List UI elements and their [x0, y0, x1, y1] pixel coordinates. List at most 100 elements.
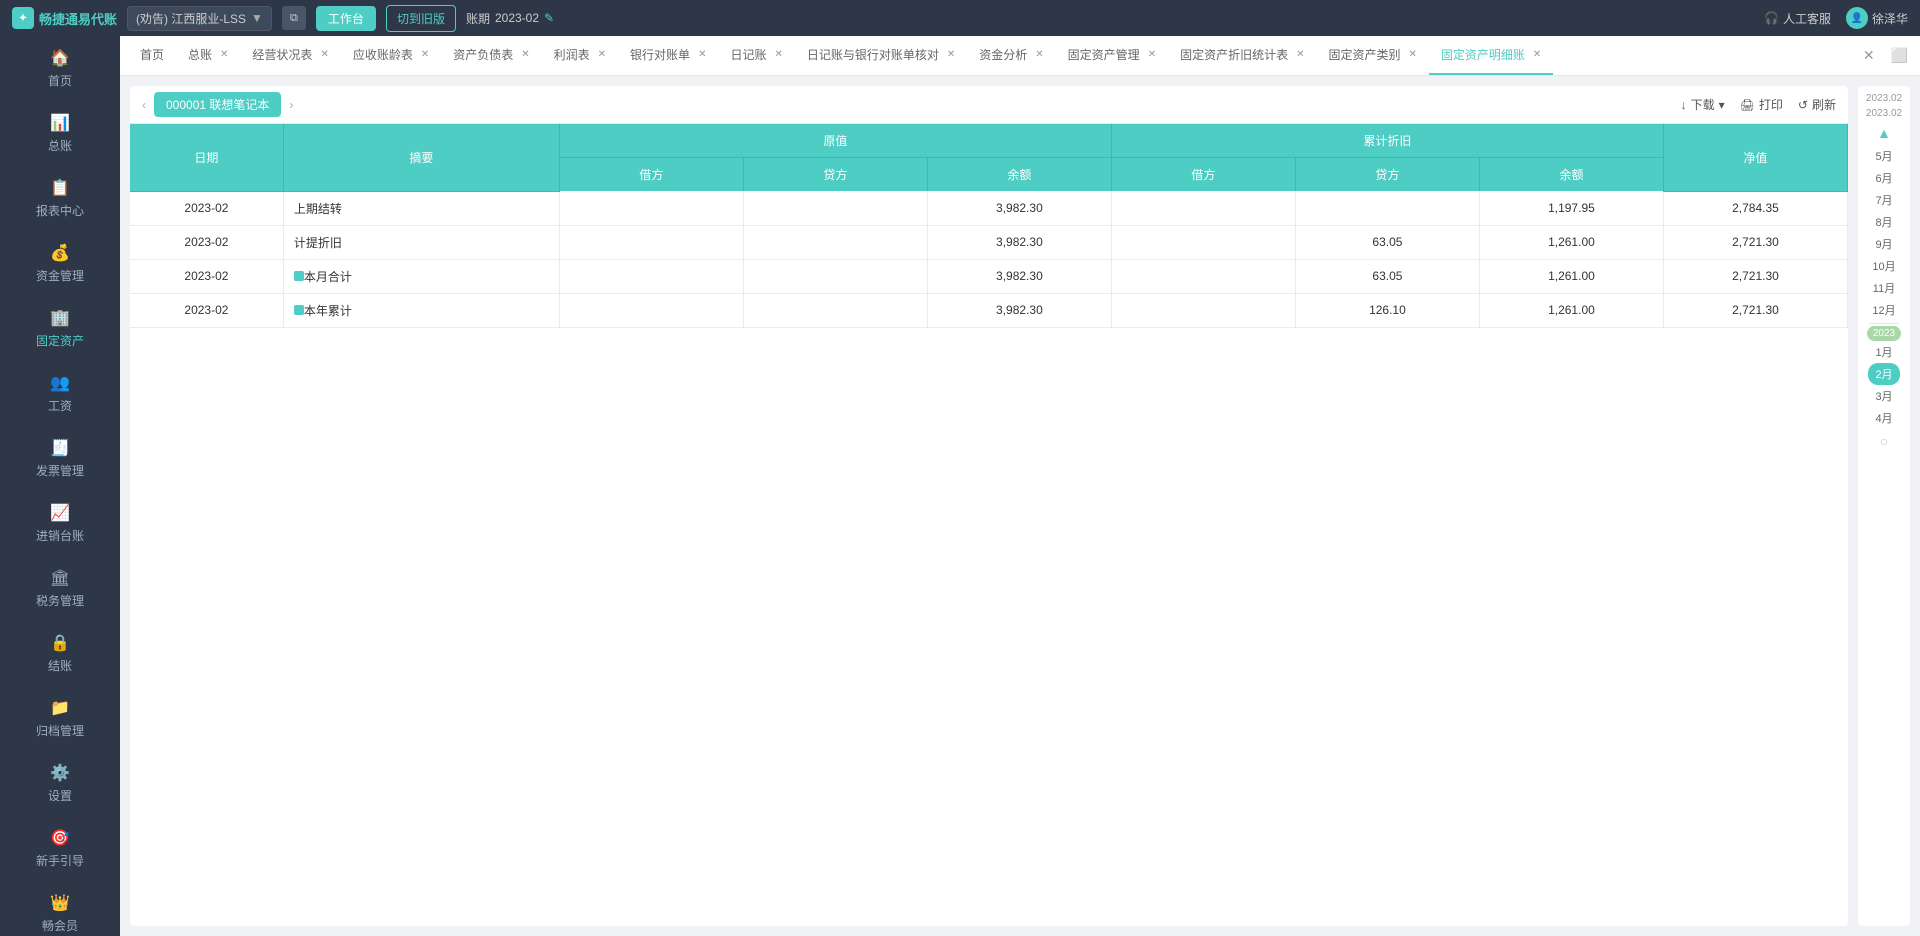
asset-nav-prev[interactable]: ‹ [142, 98, 146, 112]
tab-profit[interactable]: 利润表 ✕ [542, 36, 618, 75]
tab-ledger-close[interactable]: ✕ [220, 49, 228, 60]
tab-expand-button[interactable]: ⬜ [1887, 43, 1912, 68]
cell-summary: 本月合计 [283, 259, 559, 293]
cell-accum-credit: 63.05 [1295, 259, 1479, 293]
tab-funds[interactable]: 资金分析 ✕ [967, 36, 1055, 75]
sidebar-label-ledger: 总账 [48, 137, 72, 154]
timeline-month-11[interactable]: 11月 [1858, 277, 1910, 299]
tab-fa-depreciation[interactable]: 固定资产折旧统计表 ✕ [1168, 36, 1316, 75]
payroll-icon: 👥 [50, 373, 70, 393]
tab-fa-category[interactable]: 固定资产类别 ✕ [1316, 36, 1428, 75]
asset-nav-next[interactable]: › [289, 98, 293, 112]
guide-icon: 🎯 [50, 828, 70, 848]
user-menu[interactable]: 👤 徐泽华 [1846, 7, 1908, 29]
sidebar-item-member[interactable]: 👑 畅会员 [0, 881, 120, 936]
refresh-button[interactable]: ↺ 刷新 [1798, 96, 1836, 113]
timeline-month-8[interactable]: 8月 [1858, 211, 1910, 233]
period-edit-icon[interactable]: ✎ [544, 11, 554, 25]
tab-fa-category-label: 固定资产类别 [1328, 46, 1400, 63]
company-selector[interactable]: (劝告) 江西服业-LSS ▼ [127, 6, 272, 31]
tab-receivables-label: 应收账龄表 [353, 46, 413, 63]
sidebar-item-home[interactable]: 🏠 首页 [0, 36, 120, 101]
table-row: 2023-02 本年累计 3,982.30 126.10 1,261.00 2,… [130, 293, 1848, 327]
invoice-icon: 🧾 [50, 438, 70, 458]
tab-business-close[interactable]: ✕ [320, 49, 328, 60]
tab-reconciliation-close[interactable]: ✕ [947, 49, 955, 60]
timeline-month-12[interactable]: 12月 [1858, 299, 1910, 321]
sidebar-item-funds[interactable]: 💰 资金管理 [0, 231, 120, 296]
logo-icon: ✦ [12, 7, 34, 29]
sidebar-item-archive[interactable]: 📁 归档管理 [0, 686, 120, 751]
tab-home[interactable]: 首页 [128, 36, 176, 75]
timeline-scroll-up[interactable]: ▲ [1873, 121, 1895, 145]
cell-accum-debit [1111, 259, 1295, 293]
sidebar-label-member: 畅会员 [42, 917, 78, 934]
timeline-month-4[interactable]: 4月 [1858, 407, 1910, 429]
reports-icon: 📋 [50, 178, 70, 198]
timeline-month-9[interactable]: 9月 [1858, 233, 1910, 255]
sidebar-item-close[interactable]: 🔒 结账 [0, 621, 120, 686]
tab-receivables-close[interactable]: ✕ [421, 49, 429, 60]
member-icon: 👑 [50, 893, 70, 913]
period-value: 2023-02 [495, 11, 539, 25]
tab-business[interactable]: 经营状况表 ✕ [240, 36, 340, 75]
timeline-month-3[interactable]: 3月 [1858, 385, 1910, 407]
asset-nav: ‹ 000001 联想笔记本 › ↓ 下载 ▾ 🖨 打印 [130, 86, 1848, 124]
tab-fa-management-close[interactable]: ✕ [1148, 49, 1156, 60]
tab-balance-close[interactable]: ✕ [521, 49, 529, 60]
tab-fa-detail-close[interactable]: ✕ [1533, 49, 1541, 60]
app-logo: ✦ 畅捷通易代账 [12, 7, 117, 29]
sidebar-item-guide[interactable]: 🎯 新手引导 [0, 816, 120, 881]
user-name: 徐泽华 [1872, 10, 1908, 27]
cell-orig-credit [743, 191, 927, 225]
cell-date: 2023-02 [130, 191, 283, 225]
print-button[interactable]: 🖨 打印 [1740, 96, 1783, 113]
tab-reconciliation[interactable]: 日记账与银行对账单核对 ✕ [795, 36, 967, 75]
app-name: 畅捷通易代账 [39, 9, 117, 28]
sidebar-label-sales: 进销台账 [36, 527, 84, 544]
cell-orig-balance: 3,982.30 [927, 225, 1111, 259]
sidebar-item-ledger[interactable]: 📊 总账 [0, 101, 120, 166]
tab-close-all-button[interactable]: ✕ [1859, 43, 1879, 68]
download-button[interactable]: ↓ 下载 ▾ [1681, 96, 1725, 113]
archive-icon: 📁 [50, 698, 70, 718]
timeline-scroll-down[interactable]: ○ [1876, 429, 1892, 453]
timeline-month-2-active[interactable]: 2月 [1868, 363, 1900, 385]
tab-bank-statement-close[interactable]: ✕ [698, 49, 706, 60]
col-date: 日期 [130, 124, 283, 191]
tab-fa-detail[interactable]: 固定资产明细账 ✕ [1429, 36, 1553, 75]
timeline-month-7[interactable]: 7月 [1858, 189, 1910, 211]
right-timeline: 2023.02 2023.02 ▲ 5月 6月 7月 8月 9月 10月 11月… [1858, 86, 1910, 926]
tab-fa-category-close[interactable]: ✕ [1409, 49, 1417, 60]
sidebar-item-tax[interactable]: 🏛 税务管理 [0, 556, 120, 621]
timeline-year-2023: 2023 [1867, 326, 1901, 341]
sidebar-item-reports[interactable]: 📋 报表中心 [0, 166, 120, 231]
page-content: ‹ 000001 联想笔记本 › ↓ 下载 ▾ 🖨 打印 [120, 76, 1920, 936]
sidebar-item-sales[interactable]: 📈 进销台账 [0, 491, 120, 556]
timeline-month-10[interactable]: 10月 [1858, 255, 1910, 277]
tab-fa-depreciation-close[interactable]: ✕ [1296, 49, 1304, 60]
switch-version-button[interactable]: 切到旧版 [386, 5, 456, 32]
workspace-button[interactable]: 工作台 [316, 6, 376, 31]
tab-profit-close[interactable]: ✕ [598, 49, 606, 60]
timeline-month-1[interactable]: 1月 [1858, 341, 1910, 363]
tab-fa-management[interactable]: 固定资产管理 ✕ [1056, 36, 1168, 75]
timeline-month-6[interactable]: 6月 [1858, 167, 1910, 189]
cell-orig-credit [743, 225, 927, 259]
sidebar-item-payroll[interactable]: 👥 工资 [0, 361, 120, 426]
tab-balance[interactable]: 资产负债表 ✕ [441, 36, 541, 75]
print-icon: 🖨 [1740, 98, 1755, 112]
tab-receivables[interactable]: 应收账龄表 ✕ [341, 36, 441, 75]
sidebar-item-invoice[interactable]: 🧾 发票管理 [0, 426, 120, 491]
sidebar-item-fixed-assets[interactable]: 🏢 固定资产 [0, 296, 120, 361]
tab-funds-close[interactable]: ✕ [1035, 49, 1043, 60]
tab-journal-close[interactable]: ✕ [774, 49, 782, 60]
sidebar-item-settings[interactable]: ⚙️ 设置 [0, 751, 120, 816]
timeline-month-5[interactable]: 5月 [1858, 145, 1910, 167]
tab-journal[interactable]: 日记账 ✕ [718, 36, 794, 75]
asset-tab[interactable]: 000001 联想笔记本 [154, 92, 281, 117]
tab-ledger[interactable]: 总账 ✕ [176, 36, 240, 75]
copy-button[interactable]: ⧉ [282, 6, 306, 30]
customer-service[interactable]: 🎧 人工客服 [1764, 10, 1831, 27]
tab-bank-statement[interactable]: 银行对账单 ✕ [618, 36, 718, 75]
